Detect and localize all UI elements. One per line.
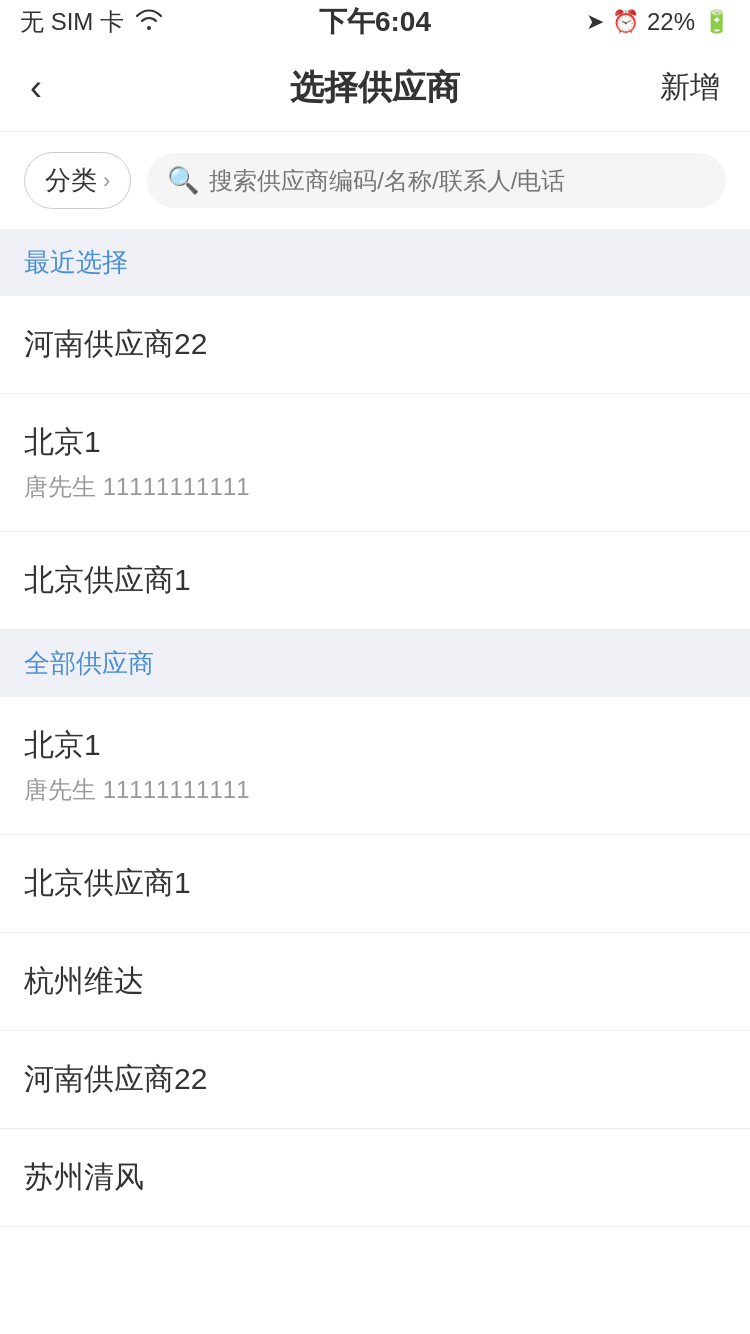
list-item-sub: 唐先生 11111111111 (24, 774, 726, 806)
wifi-icon (134, 8, 164, 36)
all-section-label: 全部供应商 (24, 648, 154, 678)
carrier-text: 无 SIM 卡 (20, 6, 124, 38)
search-input-wrap: 🔍 (147, 153, 726, 208)
list-item-name: 苏州清风 (24, 1157, 726, 1198)
recent-section-header: 最近选择 (0, 229, 750, 296)
recent-list: 河南供应商22 北京1 唐先生 11111111111 北京供应商1 (0, 296, 750, 630)
list-item-name: 河南供应商22 (24, 324, 726, 365)
list-item-name: 北京1 (24, 725, 726, 766)
list-item[interactable]: 苏州清风 (0, 1129, 750, 1227)
list-item[interactable]: 北京1 唐先生 11111111111 (0, 697, 750, 835)
list-item-name: 杭州维达 (24, 961, 726, 1002)
alarm-icon: ⏰ (612, 9, 639, 35)
list-item-name: 北京供应商1 (24, 863, 726, 904)
chevron-right-icon: › (103, 168, 110, 194)
all-section-header: 全部供应商 (0, 630, 750, 697)
list-item[interactable]: 北京供应商1 (0, 835, 750, 933)
location-icon: ➤ (586, 9, 604, 35)
nav-bar: ‹ 选择供应商 新增 (0, 44, 750, 132)
category-button[interactable]: 分类 › (24, 152, 131, 209)
battery-icon: 🔋 (703, 9, 730, 35)
search-input[interactable] (209, 167, 706, 195)
list-item[interactable]: 北京1 唐先生 11111111111 (0, 394, 750, 532)
search-icon: 🔍 (167, 165, 199, 196)
category-label: 分类 (45, 163, 97, 198)
list-item[interactable]: 北京供应商1 (0, 532, 750, 630)
status-bar: 无 SIM 卡 下午6:04 ➤ ⏰ 22% 🔋 (0, 0, 750, 44)
recent-section-label: 最近选择 (24, 247, 128, 277)
list-item-name: 北京1 (24, 422, 726, 463)
list-item-name: 北京供应商1 (24, 560, 726, 601)
list-item[interactable]: 杭州维达 (0, 933, 750, 1031)
status-left: 无 SIM 卡 (20, 6, 164, 38)
battery-text: 22% (647, 8, 695, 36)
status-right: ➤ ⏰ 22% 🔋 (586, 8, 730, 36)
list-item[interactable]: 河南供应商22 (0, 296, 750, 394)
all-list: 北京1 唐先生 11111111111 北京供应商1 杭州维达河南供应商22 苏州清风 (0, 697, 750, 1227)
list-item[interactable]: 河南供应商22 (0, 1031, 750, 1129)
page-title: 选择供应商 (290, 65, 460, 111)
list-item-sub: 唐先生 11111111111 (24, 471, 726, 503)
back-button[interactable]: ‹ (30, 67, 90, 109)
status-time: 下午6:04 (319, 3, 431, 41)
add-button[interactable]: 新增 (660, 67, 720, 108)
search-bar: 分类 › 🔍 (0, 132, 750, 229)
list-item-name: 河南供应商22 (24, 1059, 726, 1100)
